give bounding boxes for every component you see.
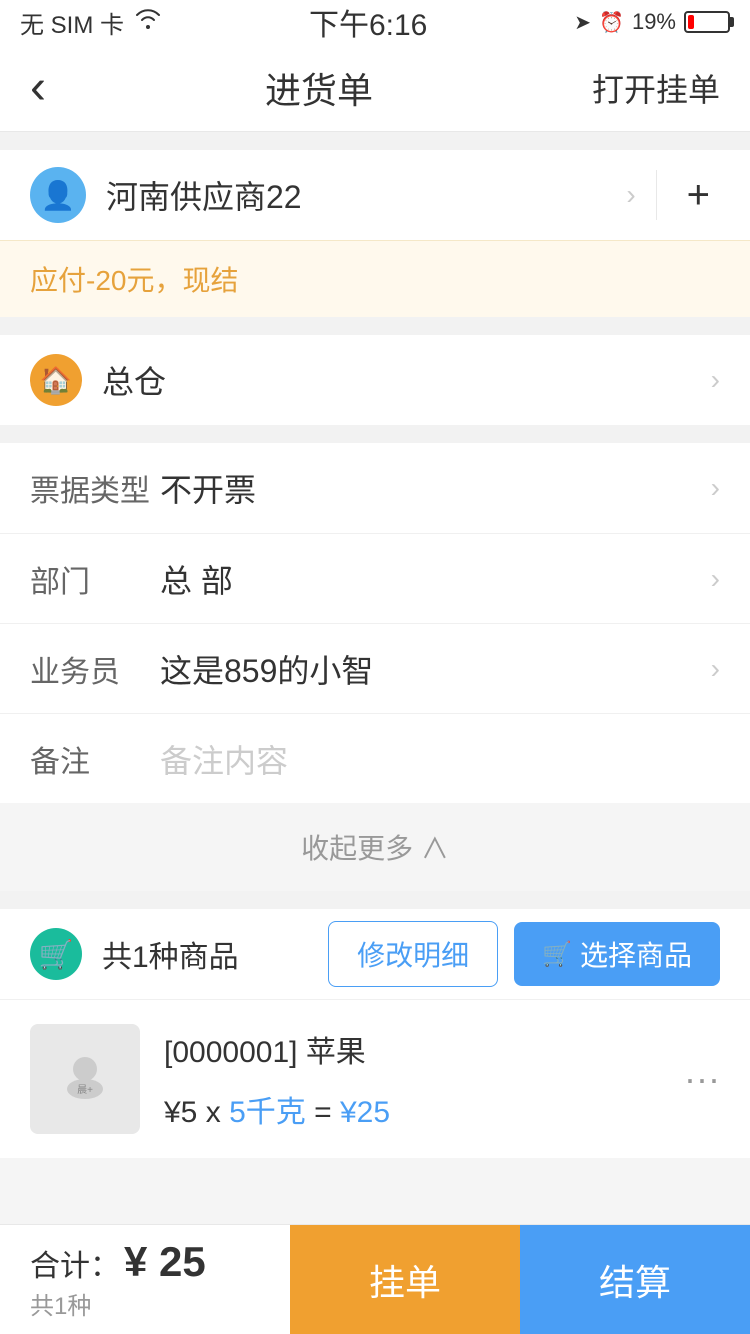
- product-more-button[interactable]: ···: [684, 1058, 720, 1100]
- fields-section: 票据类型 不开票 › 部门 总 部 › 业务员 这是859的小智 › 备注 备注…: [0, 443, 750, 803]
- select-product-button[interactable]: 🛒 选择商品: [514, 922, 720, 986]
- hang-button[interactable]: 挂单: [290, 1225, 520, 1334]
- products-header: 🛒 共1种商品 修改明细 🛒 选择商品: [0, 909, 750, 999]
- product-code: [0000001]: [164, 1036, 297, 1069]
- salesman-row[interactable]: 业务员 这是859的小智 ›: [0, 623, 750, 713]
- nav-bar: ‹ 进货单 打开挂单: [0, 44, 750, 132]
- page-title: 进货单: [265, 62, 373, 114]
- add-supplier-button[interactable]: +: [677, 173, 720, 218]
- divider-line: [656, 170, 657, 220]
- edit-detail-button[interactable]: 修改明细: [328, 921, 498, 987]
- salesman-label: 业务员: [30, 647, 160, 691]
- supplier-row[interactable]: 👤 河南供应商22 › +: [0, 150, 750, 240]
- department-value: 总 部: [160, 556, 711, 602]
- divider-3: [0, 891, 750, 909]
- salesman-value: 这是859的小智: [160, 646, 711, 692]
- back-button[interactable]: ‹: [30, 60, 46, 115]
- select-product-icon: 🛒: [542, 940, 572, 969]
- ticket-type-value: 不开票: [160, 465, 711, 511]
- avatar-icon: 👤: [41, 179, 76, 212]
- location-icon: ➤: [574, 10, 591, 35]
- supplier-avatar: 👤: [30, 167, 86, 223]
- product-info: [0000001] 苹果 ¥5 x 5千克 = ¥25: [164, 1027, 660, 1131]
- collapse-button[interactable]: 收起更多 ∧: [0, 803, 750, 891]
- wifi-icon: [134, 8, 162, 37]
- product-name: [0000001] 苹果: [164, 1027, 660, 1071]
- department-chevron-icon: ›: [711, 563, 720, 595]
- warehouse-row[interactable]: 🏠 总仓 ›: [0, 335, 750, 425]
- footer: 合计： ¥ 25 共1种 挂单 结算: [0, 1224, 750, 1334]
- product-title: 苹果: [306, 1036, 366, 1069]
- department-label: 部门: [30, 557, 160, 601]
- supplier-chevron-icon: ›: [626, 179, 635, 211]
- footer-sub-label: 共1种: [30, 1286, 260, 1321]
- product-price: ¥5 x 5千克 = ¥25: [164, 1087, 660, 1131]
- footer-total-label: 合计：: [30, 1241, 120, 1285]
- products-section: 🛒 共1种商品 修改明细 🛒 选择商品 晨+ [0000001] 苹果 ¥5 x: [0, 909, 750, 1158]
- footer-total: 合计： ¥ 25 共1种: [0, 1238, 290, 1321]
- supplier-name: 河南供应商22: [86, 172, 626, 218]
- divider-2: [0, 425, 750, 443]
- warehouse-name: 总仓: [82, 357, 711, 403]
- battery-icon: [684, 11, 730, 33]
- remark-placeholder: 备注内容: [160, 736, 720, 782]
- settle-button[interactable]: 结算: [520, 1225, 750, 1334]
- salesman-chevron-icon: ›: [711, 653, 720, 685]
- status-left: 无 SIM 卡: [20, 5, 162, 40]
- supplier-section: 👤 河南供应商22 › + 应付-20元，现结: [0, 150, 750, 317]
- warehouse-chevron-icon: ›: [711, 364, 720, 396]
- remark-label: 备注: [30, 737, 160, 781]
- warehouse-section: 🏠 总仓 ›: [0, 335, 750, 425]
- status-right: ➤ ⏰ 19%: [574, 9, 730, 35]
- carrier-text: 无 SIM 卡: [20, 5, 124, 40]
- department-row[interactable]: 部门 总 部 ›: [0, 533, 750, 623]
- divider-1: [0, 317, 750, 335]
- ticket-type-chevron-icon: ›: [711, 472, 720, 504]
- remark-row[interactable]: 备注 备注内容: [0, 713, 750, 803]
- open-pending-button[interactable]: 打开挂单: [592, 65, 720, 111]
- ticket-type-row[interactable]: 票据类型 不开票 ›: [0, 443, 750, 533]
- warehouse-icon: 🏠: [30, 354, 82, 406]
- top-divider: [0, 132, 750, 150]
- product-item: 晨+ [0000001] 苹果 ¥5 x 5千克 = ¥25 ···: [0, 999, 750, 1158]
- products-count: 共1种商品: [82, 932, 328, 976]
- svg-text:晨+: 晨+: [77, 1084, 93, 1096]
- supplier-alert: 应付-20元，现结: [0, 240, 750, 317]
- status-bar: 无 SIM 卡 下午6:16 ➤ ⏰ 19%: [0, 0, 750, 44]
- battery-percent: 19%: [632, 9, 676, 35]
- alarm-icon: ⏰: [599, 10, 624, 35]
- products-icon: 🛒: [30, 928, 82, 980]
- status-time: 下午6:16: [309, 0, 427, 44]
- ticket-type-label: 票据类型: [30, 466, 160, 510]
- footer-total-amount: ¥ 25: [124, 1238, 206, 1286]
- product-thumbnail: 晨+: [30, 1024, 140, 1134]
